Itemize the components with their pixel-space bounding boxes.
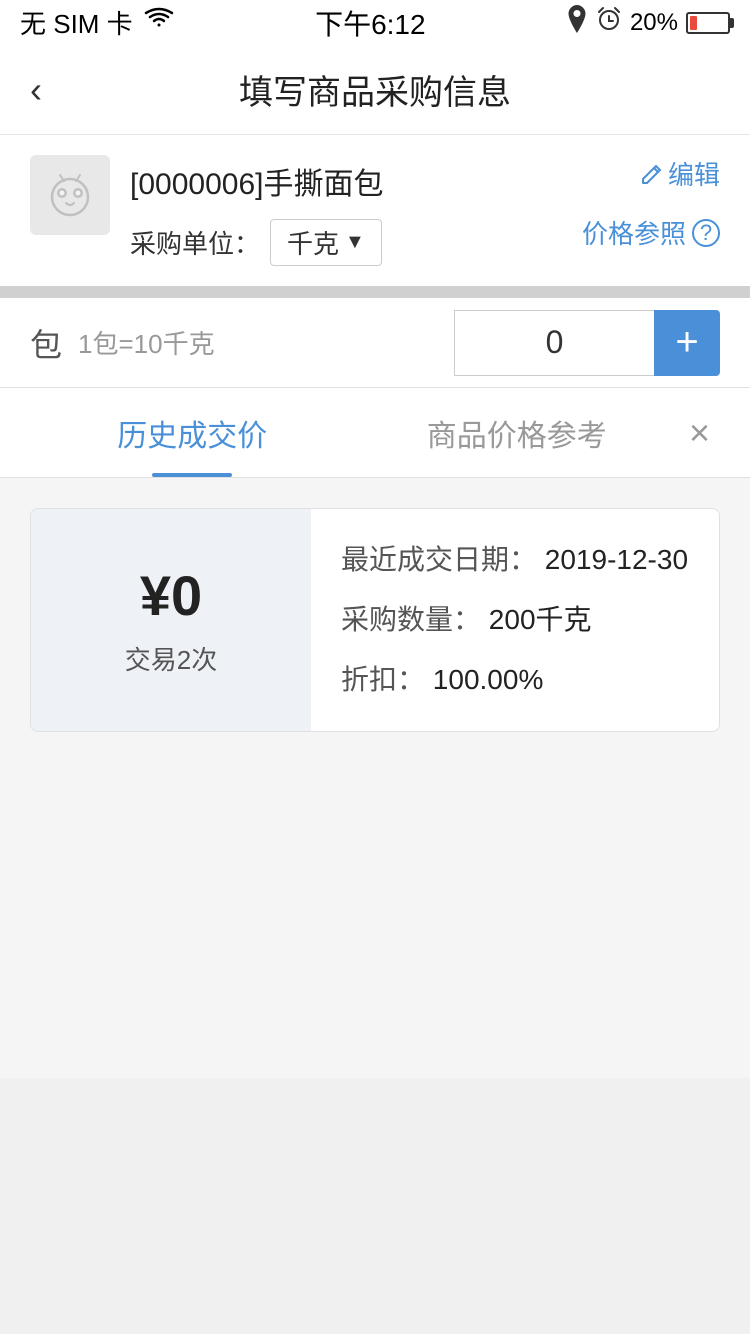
product-section: [0000006]手撕面包 采购单位： 千克 ▼ 编辑 价格参照 <box>0 135 750 286</box>
history-card: ¥0 交易2次 最近成交日期： 2019-12-30 采购数量： 200千克 折… <box>30 508 720 732</box>
gray-divider <box>0 286 750 298</box>
unit-char: 包 <box>30 320 62 366</box>
tab-history-price[interactable]: 历史成交价 <box>30 388 354 477</box>
tab-product-price-ref[interactable]: 商品价格参考 <box>354 388 678 477</box>
purchase-qty-row: 采购数量： 200千克 <box>341 599 689 641</box>
quantity-section: 包 1包=10千克 0 + <box>0 298 750 388</box>
quantity-value: 0 <box>546 324 564 361</box>
unit-dropdown[interactable]: 千克 ▼ <box>270 219 382 266</box>
purchase-qty-value: 200千克 <box>489 604 592 635</box>
sim-card-icon <box>143 7 175 38</box>
alarm-icon <box>596 6 622 39</box>
nav-bar: ‹ 填写商品采购信息 <box>0 45 750 135</box>
card-price-area: ¥0 交易2次 <box>31 509 311 731</box>
carrier-text: 无 SIM 卡 <box>20 4 133 41</box>
quantity-control: 0 + <box>454 310 720 376</box>
edit-label: 编辑 <box>668 155 720 192</box>
back-button[interactable]: ‹ <box>30 59 52 121</box>
close-tab-button[interactable]: × <box>679 412 720 454</box>
plus-button[interactable]: + <box>654 310 720 376</box>
product-thumbnail <box>30 155 110 235</box>
discount-label: 折扣： <box>341 664 425 695</box>
recent-date-label: 最近成交日期： <box>341 544 537 575</box>
product-left: [0000006]手撕面包 采购单位： 千克 ▼ <box>30 155 383 266</box>
price-ref-label: 价格参照 <box>582 214 686 251</box>
purchase-unit-row: 采购单位： 千克 ▼ <box>130 219 383 266</box>
tab-history-label: 历史成交价 <box>117 411 267 455</box>
status-right: 20% <box>566 5 730 40</box>
help-icon: ? <box>692 219 720 247</box>
quantity-input[interactable]: 0 <box>454 310 654 376</box>
trade-count: 交易2次 <box>125 640 217 677</box>
recent-date-value: 2019-12-30 <box>545 544 688 575</box>
status-time: 下午6:12 <box>315 3 426 43</box>
battery-icon <box>686 12 730 34</box>
unit-conversion: 1包=10千克 <box>78 324 215 361</box>
product-right: 编辑 价格参照 ? <box>582 155 720 251</box>
location-icon <box>566 5 588 40</box>
history-section: ¥0 交易2次 最近成交日期： 2019-12-30 采购数量： 200千克 折… <box>0 478 750 1078</box>
status-bar: 无 SIM 卡 下午6:12 20% <box>0 0 750 45</box>
page-title: 填写商品采购信息 <box>239 65 511 114</box>
product-name-area: [0000006]手撕面包 采购单位： 千克 ▼ <box>130 159 383 266</box>
card-details: 最近成交日期： 2019-12-30 采购数量： 200千克 折扣： 100.0… <box>311 509 719 731</box>
tab-product-price-label: 商品价格参考 <box>427 411 607 455</box>
card-price: ¥0 <box>140 563 202 628</box>
purchase-unit-label: 采购单位： <box>130 224 260 261</box>
unit-value: 千克 <box>287 224 339 261</box>
edit-button[interactable]: 编辑 <box>640 155 720 192</box>
product-name: [0000006]手撕面包 <box>130 159 383 203</box>
tab-active-indicator <box>152 473 232 477</box>
discount-row: 折扣： 100.00% <box>341 659 689 701</box>
status-left: 无 SIM 卡 <box>20 4 175 41</box>
price-reference-button[interactable]: 价格参照 ? <box>582 214 720 251</box>
battery-percent: 20% <box>630 9 678 37</box>
unit-label: 包 1包=10千克 <box>30 320 215 366</box>
purchase-qty-label: 采购数量： <box>341 604 481 635</box>
recent-date-row: 最近成交日期： 2019-12-30 <box>341 539 689 581</box>
tabs-section: 历史成交价 商品价格参考 × <box>0 388 750 478</box>
chevron-down-icon: ▼ <box>345 231 365 254</box>
discount-value: 100.00% <box>433 664 544 695</box>
